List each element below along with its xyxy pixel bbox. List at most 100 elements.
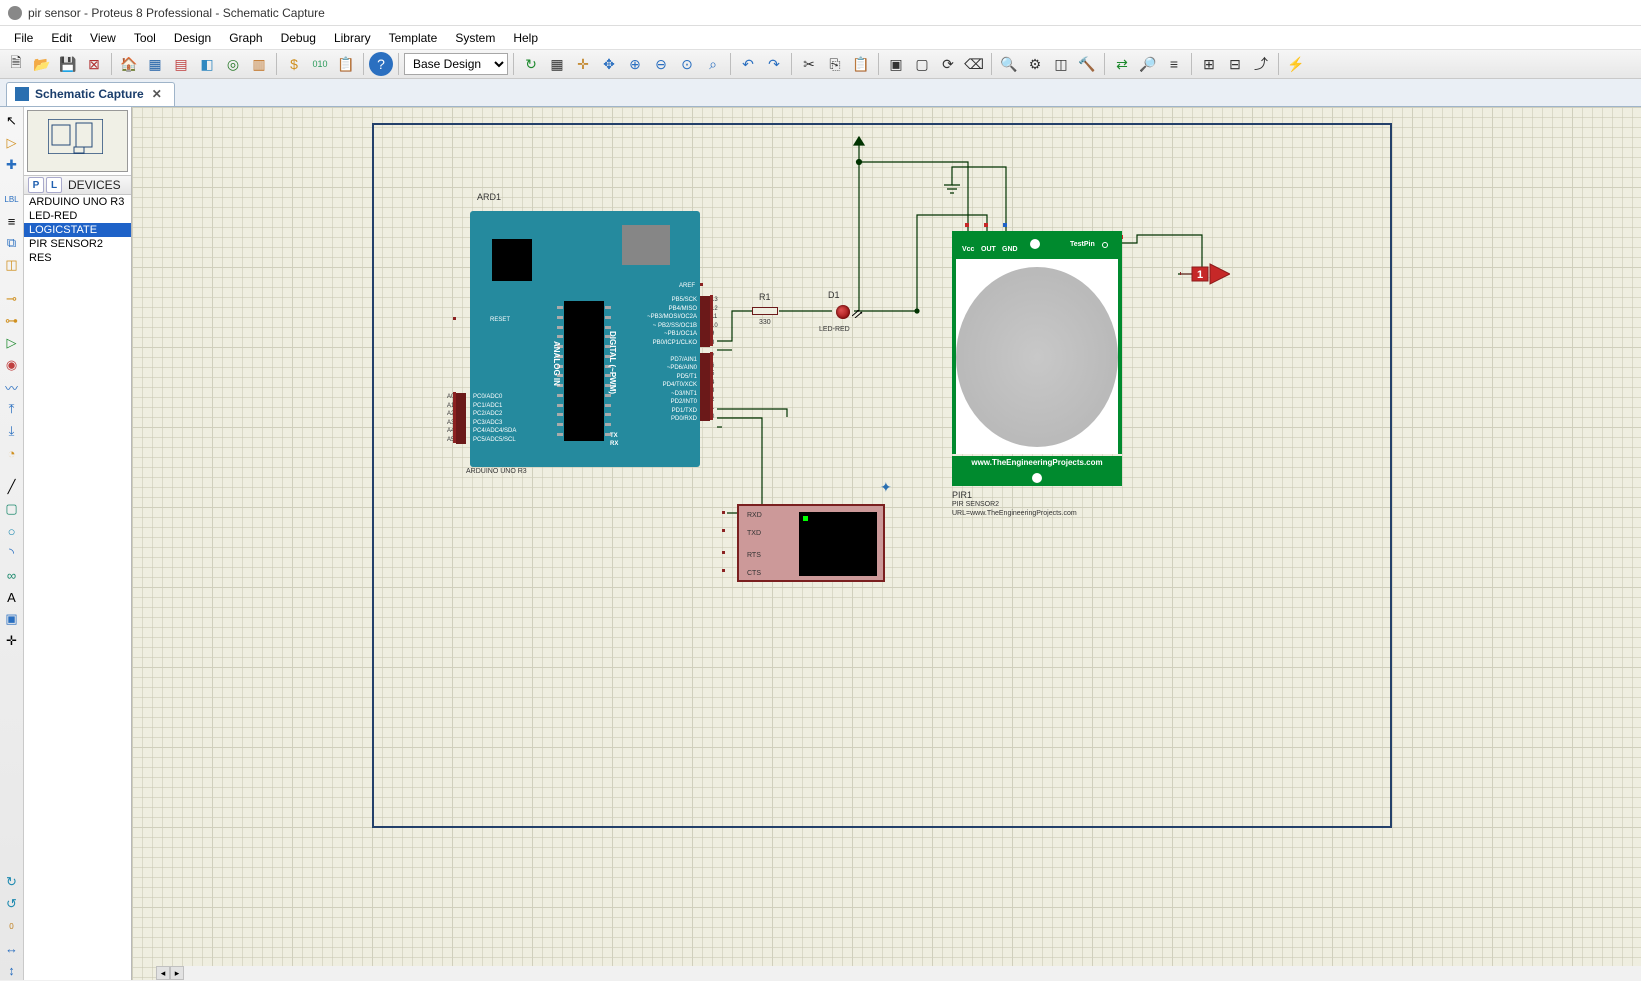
- subcircuit-icon[interactable]: ◫: [2, 255, 22, 275]
- text-script-icon[interactable]: ≡: [2, 211, 22, 231]
- mirror-h-icon[interactable]: ↔: [2, 938, 22, 958]
- zoom-out-icon[interactable]: ⊖: [649, 52, 673, 76]
- pcb-icon[interactable]: ▤: [169, 52, 193, 76]
- component-logicstate[interactable]: 1: [1180, 259, 1230, 292]
- menu-file[interactable]: File: [6, 29, 41, 47]
- decompose-icon[interactable]: 🔨: [1075, 52, 1099, 76]
- open-icon[interactable]: 📂: [30, 52, 54, 76]
- help-icon[interactable]: ?: [369, 52, 393, 76]
- cut-icon[interactable]: ✂: [797, 52, 821, 76]
- origin-icon[interactable]: ✛: [571, 52, 595, 76]
- instrument-icon[interactable]: ◔: [2, 443, 22, 463]
- new-sheet-icon[interactable]: ⊞: [1197, 52, 1221, 76]
- menu-tool[interactable]: Tool: [126, 29, 164, 47]
- zoom-fit-icon[interactable]: ⊙: [675, 52, 699, 76]
- text-icon[interactable]: A: [2, 587, 22, 607]
- part-item[interactable]: LED-RED: [24, 209, 131, 223]
- schematic-icon[interactable]: ▦: [143, 52, 167, 76]
- part-item[interactable]: LOGICSTATE: [24, 223, 131, 237]
- menu-template[interactable]: Template: [381, 29, 446, 47]
- component-resistor[interactable]: [752, 307, 778, 315]
- generator-icon[interactable]: 〰: [2, 377, 22, 397]
- arc-icon[interactable]: ◝: [2, 543, 22, 563]
- path-icon[interactable]: ∞: [2, 565, 22, 585]
- wire-label-icon[interactable]: LBL: [2, 189, 22, 209]
- marker-icon[interactable]: ✛: [2, 631, 22, 651]
- report-icon[interactable]: 📋: [334, 52, 358, 76]
- copy-icon[interactable]: ⎘: [823, 52, 847, 76]
- tape-icon[interactable]: ◉: [2, 355, 22, 375]
- redo-icon[interactable]: ↷: [762, 52, 786, 76]
- refresh-icon[interactable]: ↻: [519, 52, 543, 76]
- line-icon[interactable]: ╱: [2, 477, 22, 497]
- bom-icon[interactable]: ▥: [247, 52, 271, 76]
- home-icon[interactable]: 🏠: [117, 52, 141, 76]
- voltage-probe-icon[interactable]: ⤒: [2, 399, 22, 419]
- binary-icon[interactable]: 010: [308, 52, 332, 76]
- junction-mode-icon[interactable]: ✚: [2, 155, 22, 175]
- tab-schematic[interactable]: Schematic Capture ✕: [6, 82, 175, 106]
- block-move-icon[interactable]: ▢: [910, 52, 934, 76]
- component-led[interactable]: [836, 305, 850, 319]
- paste-icon[interactable]: 📋: [849, 52, 873, 76]
- schematic-canvas[interactable]: ARD1 ARDUINO UNO R3 R1 330 D1 LED-RED PI…: [132, 107, 1641, 980]
- menu-edit[interactable]: Edit: [43, 29, 80, 47]
- make-device-icon[interactable]: ⚙: [1023, 52, 1047, 76]
- menu-debug[interactable]: Debug: [273, 29, 324, 47]
- menu-view[interactable]: View: [82, 29, 124, 47]
- exit-parent-icon[interactable]: ⤴: [1249, 52, 1273, 76]
- block-delete-icon[interactable]: ⌫: [962, 52, 986, 76]
- component-virtual-terminal[interactable]: RXD TXD RTS CTS: [737, 504, 885, 582]
- undo-icon[interactable]: ↶: [736, 52, 760, 76]
- tab-close-icon[interactable]: ✕: [150, 87, 164, 101]
- property-icon[interactable]: ≡: [1162, 52, 1186, 76]
- grid-icon[interactable]: ▦: [545, 52, 569, 76]
- part-item[interactable]: RES: [24, 251, 131, 265]
- pan-icon[interactable]: ✥: [597, 52, 621, 76]
- menu-library[interactable]: Library: [326, 29, 379, 47]
- circle-icon[interactable]: ○: [2, 521, 22, 541]
- remove-sheet-icon[interactable]: ⊟: [1223, 52, 1247, 76]
- graph-icon[interactable]: ▷: [2, 333, 22, 353]
- current-probe-icon[interactable]: ⤓: [2, 421, 22, 441]
- 3d-icon[interactable]: ◧: [195, 52, 219, 76]
- search-icon[interactable]: 🔎: [1136, 52, 1160, 76]
- library-parts-icon[interactable]: L: [46, 177, 62, 193]
- menu-graph[interactable]: Graph: [221, 29, 270, 47]
- close-project-icon[interactable]: ⊠: [82, 52, 106, 76]
- block-copy-icon[interactable]: ▣: [884, 52, 908, 76]
- zoom-area-icon[interactable]: ⌕: [701, 52, 725, 76]
- menu-system[interactable]: System: [447, 29, 503, 47]
- wire-autoroute-icon[interactable]: ⇄: [1110, 52, 1134, 76]
- mirror-v-icon[interactable]: ↕: [2, 960, 22, 980]
- selection-mode-icon[interactable]: ↖: [2, 111, 22, 131]
- symbol-icon[interactable]: ▣: [2, 609, 22, 629]
- terminal-icon[interactable]: ⊸: [2, 289, 22, 309]
- part-list[interactable]: ARDUINO UNO R3 LED-RED LOGICSTATE PIR SE…: [24, 195, 131, 980]
- save-icon[interactable]: 💾: [56, 52, 80, 76]
- part-item[interactable]: ARDUINO UNO R3: [24, 195, 131, 209]
- new-icon[interactable]: 🗎: [4, 52, 28, 76]
- gerber-icon[interactable]: ◎: [221, 52, 245, 76]
- component-mode-icon[interactable]: ▷: [2, 133, 22, 153]
- pick-parts-icon[interactable]: P: [28, 177, 44, 193]
- erc-icon[interactable]: ⚡: [1284, 52, 1308, 76]
- packaging-icon[interactable]: ◫: [1049, 52, 1073, 76]
- scroll-right-icon[interactable]: ▸: [170, 966, 184, 980]
- design-variant-combo[interactable]: Base Design: [404, 53, 508, 75]
- angle-icon[interactable]: 0: [2, 916, 22, 936]
- menu-design[interactable]: Design: [166, 29, 219, 47]
- zoom-in-icon[interactable]: ⊕: [623, 52, 647, 76]
- block-rotate-icon[interactable]: ⟳: [936, 52, 960, 76]
- rotate-cw-icon[interactable]: ↻: [2, 872, 22, 892]
- rotate-ccw-icon[interactable]: ↺: [2, 894, 22, 914]
- box-icon[interactable]: ▢: [2, 499, 22, 519]
- menu-help[interactable]: Help: [505, 29, 546, 47]
- scroll-left-icon[interactable]: ◂: [156, 966, 170, 980]
- bus-mode-icon[interactable]: ⧉: [2, 233, 22, 253]
- pick-icon[interactable]: 🔍: [997, 52, 1021, 76]
- part-item[interactable]: PIR SENSOR2: [24, 237, 131, 251]
- horizontal-scrollbar[interactable]: ◂ ▸: [156, 966, 1641, 980]
- device-pin-icon[interactable]: ⊶: [2, 311, 22, 331]
- variants-icon[interactable]: $: [282, 52, 306, 76]
